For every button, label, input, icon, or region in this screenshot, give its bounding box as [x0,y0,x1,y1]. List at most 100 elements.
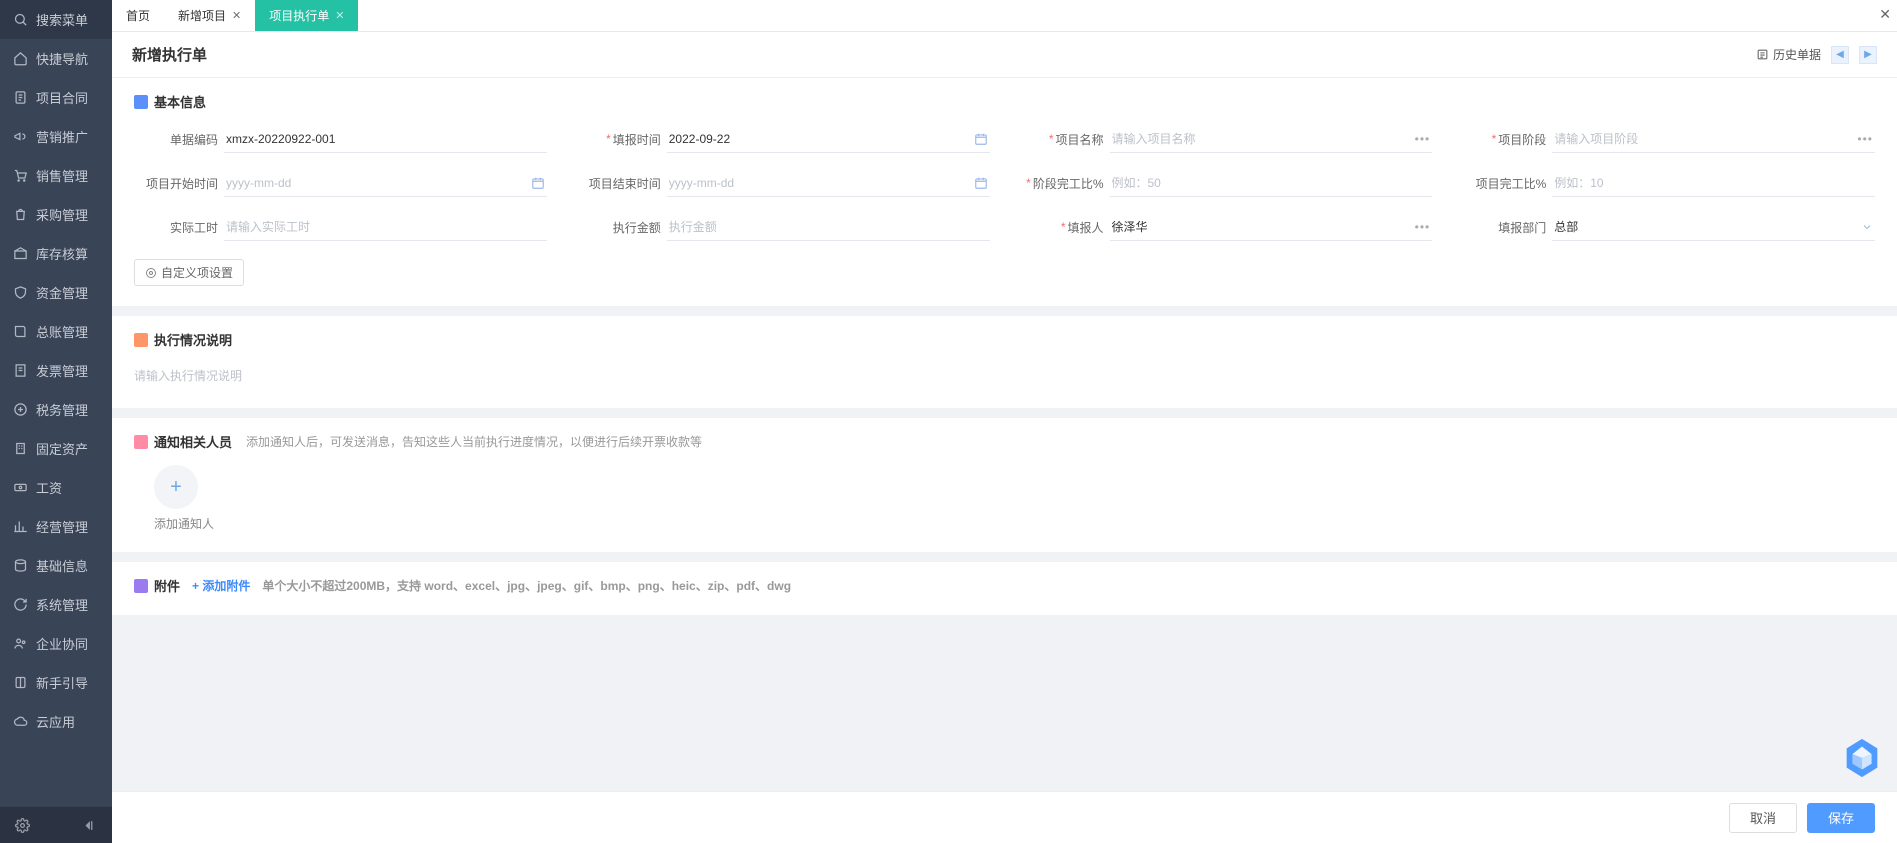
tab-0[interactable]: 首页 [112,0,164,31]
form-control [1552,213,1875,241]
sidebar-item-8[interactable]: 总账管理 [0,312,112,351]
next-icon[interactable]: ▶ [1859,46,1877,64]
form-control [1552,169,1875,197]
form-item-row2-1: 项目结束时间 [577,169,990,197]
book-icon [12,324,28,340]
sidebar-item-label: 营销推广 [36,127,88,146]
form-item-row3-3: 填报部门 [1462,213,1875,241]
sidebar-item-5[interactable]: 采购管理 [0,195,112,234]
sidebar-item-0[interactable]: 搜索菜单 [0,0,112,39]
sidebar-item-label: 库存核算 [36,244,88,263]
sidebar-item-3[interactable]: 营销推广 [0,117,112,156]
tab-2[interactable]: 项目执行单✕ [255,0,358,31]
panel-attach: 附件 + 添加附件 单个大小不超过200MB，支持 word、excel、jpg… [112,562,1897,615]
sidebar-item-label: 基础信息 [36,556,88,575]
panel-exec-title: 执行情况说明 [154,330,232,349]
panel-notify-icon [134,435,148,449]
sidebar-item-label: 项目合同 [36,88,88,107]
sidebar-item-18[interactable]: 云应用 [0,702,112,741]
custom-fields-button[interactable]: 自定义项设置 [134,259,244,286]
bag-icon [12,207,28,223]
close-all-icon[interactable]: ✕ [1879,6,1891,23]
项目结束时间-input[interactable] [667,172,990,194]
cancel-button[interactable]: 取消 [1729,803,1797,833]
doc-icon [12,90,28,106]
form-item-row2-2: *阶段完工比% [1020,169,1433,197]
sidebar-item-17[interactable]: 新手引导 [0,663,112,702]
tab-close-icon[interactable]: ✕ [232,9,241,22]
form-control [667,125,990,153]
sidebar-item-10[interactable]: 税务管理 [0,390,112,429]
form-control [667,213,990,241]
save-button[interactable]: 保存 [1807,803,1875,833]
add-person-button[interactable]: + [154,465,198,509]
main: 首页新增项目✕项目执行单✕ ✕ 新增执行单 历史单据 ◀ ▶ 基本信息 [112,0,1897,843]
执行金额-input[interactable] [667,216,990,238]
sidebar-item-1[interactable]: 快捷导航 [0,39,112,78]
collapse-icon[interactable] [82,817,98,833]
picker-icon[interactable]: ••• [1857,132,1873,146]
form-item-row3-0: 实际工时 [134,213,547,241]
picker-icon[interactable]: ••• [1415,220,1431,234]
chevron-down-icon[interactable] [1861,221,1873,233]
sidebar-item-2[interactable]: 项目合同 [0,78,112,117]
sidebar-item-12[interactable]: 工资 [0,468,112,507]
sidebar-item-14[interactable]: 基础信息 [0,546,112,585]
cloud-icon [12,714,28,730]
calendar-icon[interactable] [531,176,545,190]
tab-close-icon[interactable]: ✕ [335,9,344,22]
sidebar-item-7[interactable]: 资金管理 [0,273,112,312]
sidebar-item-label: 销售管理 [36,166,88,185]
填报人-input[interactable] [1110,216,1433,238]
项目完工比%-input[interactable] [1552,172,1875,194]
sidebar-item-label: 采购管理 [36,205,88,224]
assistant-icon[interactable] [1839,735,1885,781]
picker-icon[interactable]: ••• [1415,132,1431,146]
attachment-hint: 单个大小不超过200MB，支持 word、excel、jpg、jpeg、gif、… [262,577,791,594]
sidebar-item-label: 经营管理 [36,517,88,536]
form-control [224,125,547,153]
panel-attach-icon [134,579,148,593]
history-link[interactable]: 历史单据 [1756,46,1821,63]
form-label: *项目名称 [1020,131,1110,148]
page-header: 新增执行单 历史单据 ◀ ▶ [112,32,1897,78]
sidebar-item-13[interactable]: 经营管理 [0,507,112,546]
单据编码-input[interactable] [224,128,547,150]
prev-icon[interactable]: ◀ [1831,46,1849,64]
阶段完工比%-input[interactable] [1110,172,1433,194]
form-label: 单据编码 [134,131,224,148]
项目名称-input[interactable] [1110,128,1433,150]
tab-label: 新增项目 [178,7,226,24]
guide-icon [12,675,28,691]
tab-1[interactable]: 新增项目 ✕ [164,0,255,31]
sidebar-item-label: 工资 [36,478,62,497]
sidebar-item-4[interactable]: 销售管理 [0,156,112,195]
calendar-icon[interactable] [974,176,988,190]
form-label: 项目开始时间 [134,175,224,192]
sidebar-item-16[interactable]: 企业协同 [0,624,112,663]
项目开始时间-input[interactable] [224,172,547,194]
form-label: 实际工时 [134,219,224,236]
项目阶段-input[interactable] [1552,128,1875,150]
exec-textarea[interactable]: 请输入执行情况说明 [134,363,1875,388]
tabs-bar: 首页新增项目✕项目执行单✕ ✕ [112,0,1897,32]
form-label: *项目阶段 [1462,131,1552,148]
panel-notify-title: 通知相关人员 [154,432,232,451]
form-label: *阶段完工比% [1020,175,1110,192]
填报部门-input[interactable] [1552,216,1875,238]
sidebar-item-6[interactable]: 库存核算 [0,234,112,273]
填报时间-input[interactable] [667,128,990,150]
add-person: + 添加通知人 [154,465,1875,532]
calendar-icon[interactable] [974,132,988,146]
实际工时-input[interactable] [224,216,547,238]
sidebar-item-label: 搜索菜单 [36,10,88,29]
form-item-row2-0: 项目开始时间 [134,169,547,197]
settings-icon[interactable] [14,817,30,833]
form-control [224,213,547,241]
add-attachment-link[interactable]: + 添加附件 [192,577,250,594]
sidebar-item-15[interactable]: 系统管理 [0,585,112,624]
sidebar-item-11[interactable]: 固定资产 [0,429,112,468]
box-icon [12,246,28,262]
sidebar-item-9[interactable]: 发票管理 [0,351,112,390]
form-item-row2-3: 项目完工比% [1462,169,1875,197]
